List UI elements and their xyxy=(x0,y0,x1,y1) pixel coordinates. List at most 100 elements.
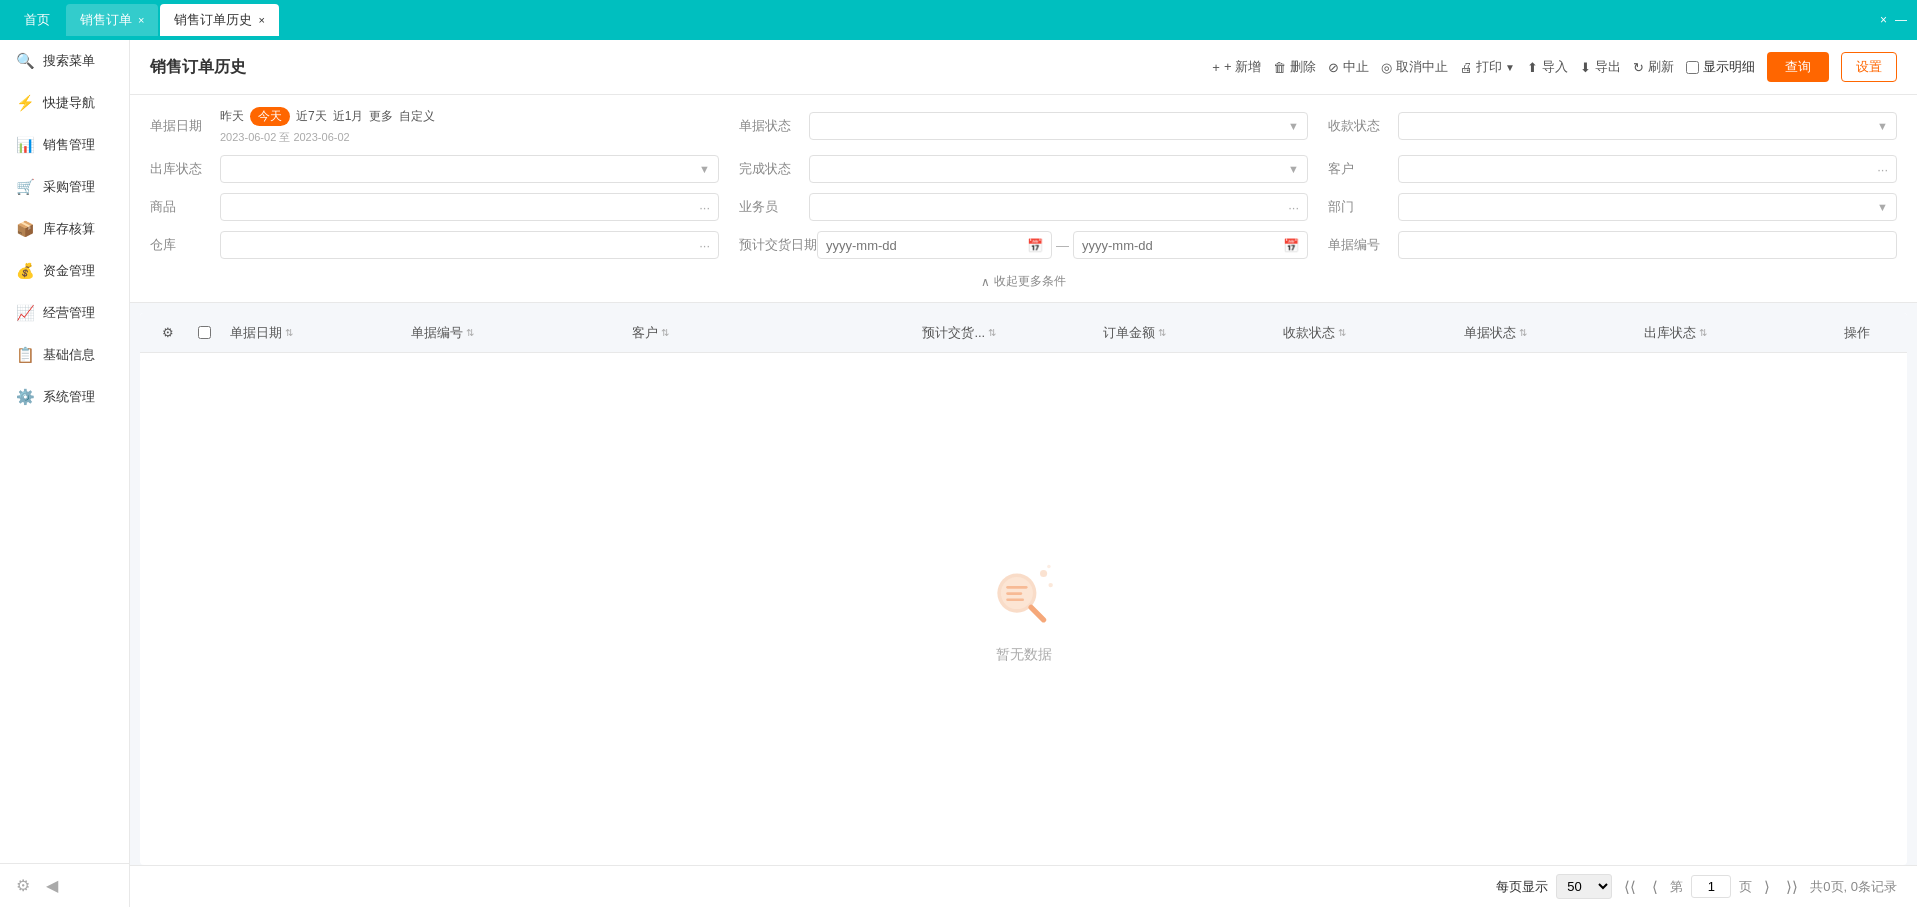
sidebar-settings-icon[interactable]: ⚙ xyxy=(16,876,30,895)
filter-row-1: 单据日期 昨天 今天 近7天 近1月 更多 自定义 2023-06-02 至 2… xyxy=(150,107,1897,145)
out-status-label: 出库状态 xyxy=(150,160,220,178)
th-no[interactable]: 单据编号 ⇅ xyxy=(403,324,625,342)
sort-status-icon: ⇅ xyxy=(1519,327,1527,338)
date-yesterday[interactable]: 昨天 xyxy=(220,108,244,125)
delivery-date-end-field[interactable] xyxy=(1082,238,1279,253)
sidebar-item-search-menu[interactable]: 🔍 搜索菜单 xyxy=(0,40,129,82)
sidebar-item-search-menu-label: 搜索菜单 xyxy=(43,52,95,70)
department-arrow-icon: ▼ xyxy=(1877,201,1888,213)
tab-sales-order[interactable]: 销售订单 × xyxy=(66,4,158,36)
sidebar-item-basic-info[interactable]: 📋 基础信息 xyxy=(0,334,129,376)
collapse-row[interactable]: ∧ 收起更多条件 xyxy=(150,269,1897,294)
cancel-stop-button[interactable]: ◎ 取消中止 xyxy=(1381,58,1448,76)
warehouse-dots-icon[interactable]: ··· xyxy=(699,238,710,253)
bill-status-input[interactable]: ▼ xyxy=(809,112,1308,140)
sidebar-item-inventory[interactable]: 📦 库存核算 xyxy=(0,208,129,250)
product-dots-icon[interactable]: ··· xyxy=(699,200,710,215)
sidebar-item-operations[interactable]: 📈 经营管理 xyxy=(0,292,129,334)
sidebar-item-system-mgmt[interactable]: ⚙️ 系统管理 xyxy=(0,376,129,418)
import-button[interactable]: ⬆ 导入 xyxy=(1527,58,1568,76)
date-7days[interactable]: 近7天 xyxy=(296,108,327,125)
th-check[interactable] xyxy=(186,326,222,339)
th-out[interactable]: 出库状态 ⇅ xyxy=(1636,324,1817,342)
salesperson-input[interactable]: ··· xyxy=(809,193,1308,221)
delete-button[interactable]: 🗑 删除 xyxy=(1273,58,1316,76)
bill-status-arrow-icon: ▼ xyxy=(1288,120,1299,132)
th-receipt-label: 收款状态 xyxy=(1283,324,1335,342)
stop-label: 中止 xyxy=(1343,58,1369,76)
page-header: 销售订单历史 + + 新增 🗑 删除 ⊘ 中止 ◎ 取消中止 xyxy=(130,40,1917,95)
tab-sales-order-history-close[interactable]: × xyxy=(258,14,264,26)
prev-page-button[interactable]: ⟨ xyxy=(1648,878,1662,896)
filter-department: 部门 ▼ xyxy=(1328,193,1897,221)
salesperson-dots-icon[interactable]: ··· xyxy=(1288,200,1299,215)
setting-button[interactable]: 设置 xyxy=(1841,52,1897,82)
refresh-button[interactable]: ↻ 刷新 xyxy=(1633,58,1674,76)
tab-home[interactable]: 首页 xyxy=(10,4,64,36)
next-page-button[interactable]: ⟩ xyxy=(1760,878,1774,896)
th-status[interactable]: 单据状态 ⇅ xyxy=(1456,324,1637,342)
pagination: 每页显示 10 20 50 100 ⟨⟨ ⟨ 第 页 ⟩ ⟩⟩ 共0页, 0条记… xyxy=(130,865,1917,907)
query-button[interactable]: 查询 xyxy=(1767,52,1829,82)
department-input[interactable]: ▼ xyxy=(1398,193,1897,221)
sidebar-bottom: ⚙ ◀ xyxy=(0,863,129,907)
th-gear[interactable]: ⚙ xyxy=(150,325,186,340)
display-detail-input[interactable] xyxy=(1686,61,1699,74)
sidebar-item-finance[interactable]: 💰 资金管理 xyxy=(0,250,129,292)
cancel-stop-label: 取消中止 xyxy=(1396,58,1448,76)
last-page-button[interactable]: ⟩⟩ xyxy=(1782,878,1802,896)
collapse-icon: ∧ xyxy=(981,275,990,289)
stop-button[interactable]: ⊘ 中止 xyxy=(1328,58,1369,76)
bill-no-field[interactable] xyxy=(1407,238,1888,253)
tab-sales-order-close[interactable]: × xyxy=(138,14,144,26)
warehouse-input[interactable]: ··· xyxy=(220,231,719,259)
receipt-status-input[interactable]: ▼ xyxy=(1398,112,1897,140)
new-button[interactable]: + + 新增 xyxy=(1212,58,1261,76)
sidebar-item-sales-mgmt[interactable]: 📊 销售管理 xyxy=(0,124,129,166)
topbar-minimize-btn[interactable]: — xyxy=(1895,13,1907,27)
delivery-date-label: 预计交货日期 xyxy=(739,236,817,254)
sort-no-icon: ⇅ xyxy=(466,327,474,338)
sidebar-item-purchase-mgmt[interactable]: 🛒 采购管理 xyxy=(0,166,129,208)
filter-customer: 客户 ··· xyxy=(1328,155,1897,183)
complete-status-input[interactable]: ▼ xyxy=(809,155,1308,183)
first-page-button[interactable]: ⟨⟨ xyxy=(1620,878,1640,896)
calendar-end-icon[interactable]: 📅 xyxy=(1283,238,1299,253)
print-dropdown-icon: ▼ xyxy=(1505,62,1515,73)
sidebar-item-basic-info-label: 基础信息 xyxy=(43,346,95,364)
date-today[interactable]: 今天 xyxy=(250,107,290,126)
calendar-start-icon[interactable]: 📅 xyxy=(1027,238,1043,253)
filter-salesperson: 业务员 ··· xyxy=(739,193,1308,221)
th-customer[interactable]: 客户 ⇅ xyxy=(624,324,914,342)
date-custom[interactable]: 自定义 xyxy=(399,108,435,125)
filter-row-2: 出库状态 ▼ 完成状态 ▼ 客户 xyxy=(150,155,1897,183)
th-amount[interactable]: 订单金额 ⇅ xyxy=(1095,324,1276,342)
sidebar-collapse-icon[interactable]: ◀ xyxy=(46,876,58,895)
th-delivery[interactable]: 预计交货... ⇅ xyxy=(914,324,1095,342)
date-1month[interactable]: 近1月 xyxy=(333,108,364,125)
product-input[interactable]: ··· xyxy=(220,193,719,221)
bill-no-input[interactable] xyxy=(1398,231,1897,259)
select-all-checkbox[interactable] xyxy=(198,326,211,339)
page-input[interactable] xyxy=(1691,875,1731,898)
export-button[interactable]: ⬇ 导出 xyxy=(1580,58,1621,76)
date-more[interactable]: 更多 xyxy=(369,108,393,125)
collapse-label: 收起更多条件 xyxy=(994,273,1066,290)
delivery-date-start-input[interactable]: 📅 xyxy=(817,231,1052,259)
tab-sales-order-history[interactable]: 销售订单历史 × xyxy=(160,4,278,36)
sort-customer-icon: ⇅ xyxy=(661,327,669,338)
page-size-select[interactable]: 10 20 50 100 xyxy=(1556,874,1612,899)
display-detail-checkbox[interactable]: 显示明细 xyxy=(1686,58,1755,76)
th-receipt[interactable]: 收款状态 ⇅ xyxy=(1275,324,1456,342)
sidebar-item-quick-nav[interactable]: ⚡ 快捷导航 xyxy=(0,82,129,124)
customer-input[interactable]: ··· xyxy=(1398,155,1897,183)
topbar-close-btn[interactable]: × xyxy=(1880,13,1887,27)
th-date[interactable]: 单据日期 ⇅ xyxy=(222,324,403,342)
print-button[interactable]: 🖨 打印 ▼ xyxy=(1460,58,1515,76)
delivery-date-end-input[interactable]: 📅 xyxy=(1073,231,1308,259)
customer-dots-icon[interactable]: ··· xyxy=(1877,162,1888,177)
delivery-date-start-field[interactable] xyxy=(826,238,1023,253)
out-status-input[interactable]: ▼ xyxy=(220,155,719,183)
date-label: 单据日期 xyxy=(150,117,220,135)
import-label: 导入 xyxy=(1542,58,1568,76)
